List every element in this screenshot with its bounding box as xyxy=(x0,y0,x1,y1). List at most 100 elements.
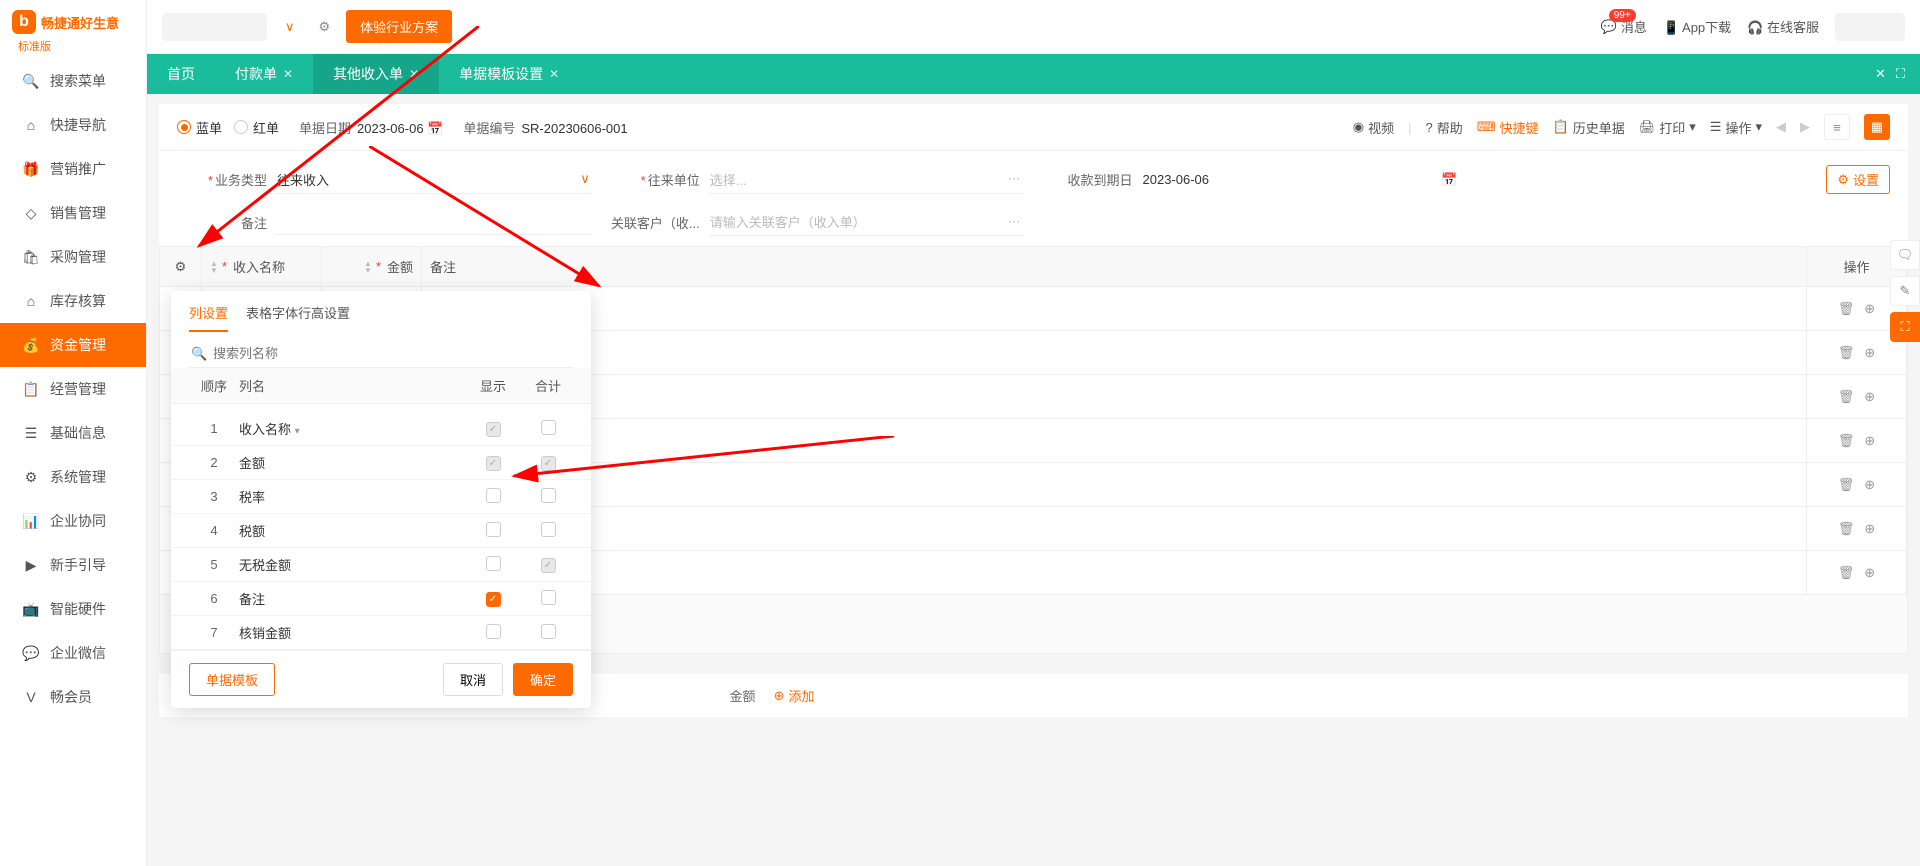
nav-icon: ☰ xyxy=(22,425,40,442)
close-icon[interactable]: ✕ xyxy=(283,67,293,81)
print-link[interactable]: 🖨 打印 ▾ xyxy=(1639,118,1696,137)
checkbox[interactable] xyxy=(486,488,501,503)
help-link[interactable]: ? 帮助 xyxy=(1426,118,1463,137)
sidebar-item-12[interactable]: 📺智能硬件 xyxy=(0,587,146,631)
popup-tab-columns[interactable]: 列设置 xyxy=(189,303,228,332)
float-btn-1[interactable]: 🗨 xyxy=(1890,240,1920,270)
copy-icon[interactable]: ⊕ xyxy=(1864,345,1875,361)
logo-text: 畅捷通好生意 xyxy=(41,13,119,32)
delete-icon[interactable]: 🗑 xyxy=(1838,433,1855,449)
delete-icon[interactable]: 🗑 xyxy=(1838,389,1855,405)
sidebar-item-2[interactable]: 🎁营销推广 xyxy=(0,147,146,191)
sidebar-item-9[interactable]: ⚙系统管理 xyxy=(0,455,146,499)
popup-tab-font[interactable]: 表格字体行高设置 xyxy=(246,303,350,332)
delete-icon[interactable]: 🗑 xyxy=(1838,301,1855,317)
sidebar-item-8[interactable]: ☰基础信息 xyxy=(0,411,146,455)
prev-icon[interactable]: ◀ xyxy=(1776,119,1786,135)
next-icon[interactable]: ▶ xyxy=(1800,119,1810,135)
copy-icon[interactable]: ⊕ xyxy=(1864,565,1875,581)
field-biz-type[interactable]: *业务类型 往来收入∨ xyxy=(177,165,592,194)
sidebar-item-3[interactable]: ◇销售管理 xyxy=(0,191,146,235)
sidebar-item-5[interactable]: ⌂库存核算 xyxy=(0,279,146,323)
tabs-close-icon[interactable]: ✕ xyxy=(1875,66,1886,82)
app-download-link[interactable]: 📱 App下载 xyxy=(1663,17,1731,36)
org-selector[interactable] xyxy=(162,13,267,41)
calendar-icon[interactable]: 📅 xyxy=(427,121,443,136)
ok-button[interactable]: 确定 xyxy=(513,663,573,696)
sidebar-item-14[interactable]: V畅会员 xyxy=(0,675,146,719)
cancel-button[interactable]: 取消 xyxy=(443,663,503,696)
view-list-icon[interactable]: ≡ xyxy=(1824,114,1850,140)
checkbox[interactable] xyxy=(541,420,556,435)
calendar-icon[interactable]: 📅 xyxy=(1441,172,1457,188)
add-button[interactable]: ⊕ 添加 xyxy=(774,686,815,705)
checkbox[interactable] xyxy=(486,556,501,571)
sidebar-item-1[interactable]: ⌂快捷导航 xyxy=(0,103,146,147)
field-remark[interactable]: 备注 xyxy=(177,208,592,236)
close-icon[interactable]: ✕ xyxy=(409,67,419,81)
sidebar-item-7[interactable]: 📋经营管理 xyxy=(0,367,146,411)
doc-date-value[interactable]: 2023-06-06 xyxy=(357,121,424,136)
column-search-input[interactable] xyxy=(189,340,573,368)
video-link[interactable]: ◉ 视频 xyxy=(1353,118,1394,137)
col-remark: 备注 xyxy=(422,247,1807,286)
copy-icon[interactable]: ⊕ xyxy=(1864,521,1875,537)
sidebar-item-4[interactable]: 🛍采购管理 xyxy=(0,235,146,279)
tabs-expand-icon[interactable]: ⛶ xyxy=(1896,66,1905,82)
org-dropdown-icon[interactable]: ∨ xyxy=(277,19,303,35)
checkbox[interactable] xyxy=(541,624,556,639)
checkbox[interactable] xyxy=(541,488,556,503)
grid-settings-icon[interactable]: ⚙ xyxy=(160,247,202,286)
checkbox[interactable] xyxy=(486,456,501,471)
float-btn-expand[interactable]: ⛶ xyxy=(1890,312,1920,342)
checkbox[interactable] xyxy=(541,522,556,537)
field-unit[interactable]: *往来单位 选择...⋯ xyxy=(610,165,1025,194)
more-icon: ⋯ xyxy=(1008,214,1023,230)
field-due-date[interactable]: 收款到期日 2023-06-06 📅 xyxy=(1043,165,1458,194)
checkbox[interactable] xyxy=(486,592,501,607)
checkbox[interactable] xyxy=(541,590,556,605)
checkbox[interactable] xyxy=(486,624,501,639)
messages-link[interactable]: 💬 消息 99+ xyxy=(1601,17,1647,36)
copy-icon[interactable]: ⊕ xyxy=(1864,433,1875,449)
radio-red[interactable]: 红单 xyxy=(234,118,279,137)
template-button[interactable]: 单据模板 xyxy=(189,663,275,696)
try-industry-button[interactable]: 体验行业方案 xyxy=(346,10,452,43)
tab-1[interactable]: 付款单✕ xyxy=(215,54,313,94)
checkbox[interactable] xyxy=(541,456,556,471)
delete-icon[interactable]: 🗑 xyxy=(1838,521,1855,537)
view-grid-icon[interactable]: ▦ xyxy=(1864,114,1890,140)
tab-3[interactable]: 单据模板设置✕ xyxy=(439,54,579,94)
settings-icon[interactable]: ⚙ xyxy=(313,19,337,35)
sidebar-item-6[interactable]: 💰资金管理 xyxy=(0,323,146,367)
field-customer[interactable]: 关联客户（收... 请输入关联客户（收入单）⋯ xyxy=(610,208,1025,236)
nav-icon: V xyxy=(22,689,40,705)
sidebar-item-10[interactable]: 📊企业协同 xyxy=(0,499,146,543)
delete-icon[interactable]: 🗑 xyxy=(1838,345,1855,361)
copy-icon[interactable]: ⊕ xyxy=(1864,301,1875,317)
col-amount[interactable]: ▲▼*金额 xyxy=(322,247,422,286)
sidebar-item-11[interactable]: ▶新手引导 xyxy=(0,543,146,587)
col-income-name[interactable]: ▲▼*收入名称 xyxy=(202,247,322,286)
user-avatar[interactable] xyxy=(1835,13,1905,41)
close-icon[interactable]: ✕ xyxy=(549,67,559,81)
delete-icon[interactable]: 🗑 xyxy=(1838,565,1855,581)
copy-icon[interactable]: ⊕ xyxy=(1864,477,1875,493)
amount-field[interactable]: 金额 xyxy=(604,686,756,705)
shortcut-link[interactable]: ⌨ 快捷键 xyxy=(1477,118,1539,137)
operate-link[interactable]: ☰ 操作 ▾ xyxy=(1710,118,1762,137)
float-btn-2[interactable]: ✎ xyxy=(1890,276,1920,306)
checkbox[interactable] xyxy=(541,558,556,573)
checkbox[interactable] xyxy=(486,422,501,437)
tab-2[interactable]: 其他收入单✕ xyxy=(313,54,439,94)
sidebar-item-13[interactable]: 💬企业微信 xyxy=(0,631,146,675)
delete-icon[interactable]: 🗑 xyxy=(1838,477,1855,493)
settings-button[interactable]: ⚙ 设置 xyxy=(1826,165,1890,194)
checkbox[interactable] xyxy=(486,522,501,537)
sidebar-item-0[interactable]: 🔍搜索菜单 xyxy=(0,59,146,103)
online-service-link[interactable]: 🎧 在线客服 xyxy=(1747,17,1819,36)
radio-blue[interactable]: 蓝单 xyxy=(177,118,222,137)
copy-icon[interactable]: ⊕ xyxy=(1864,389,1875,405)
history-link[interactable]: 📋 历史单据 xyxy=(1553,118,1625,137)
tab-0[interactable]: 首页 xyxy=(147,54,215,94)
